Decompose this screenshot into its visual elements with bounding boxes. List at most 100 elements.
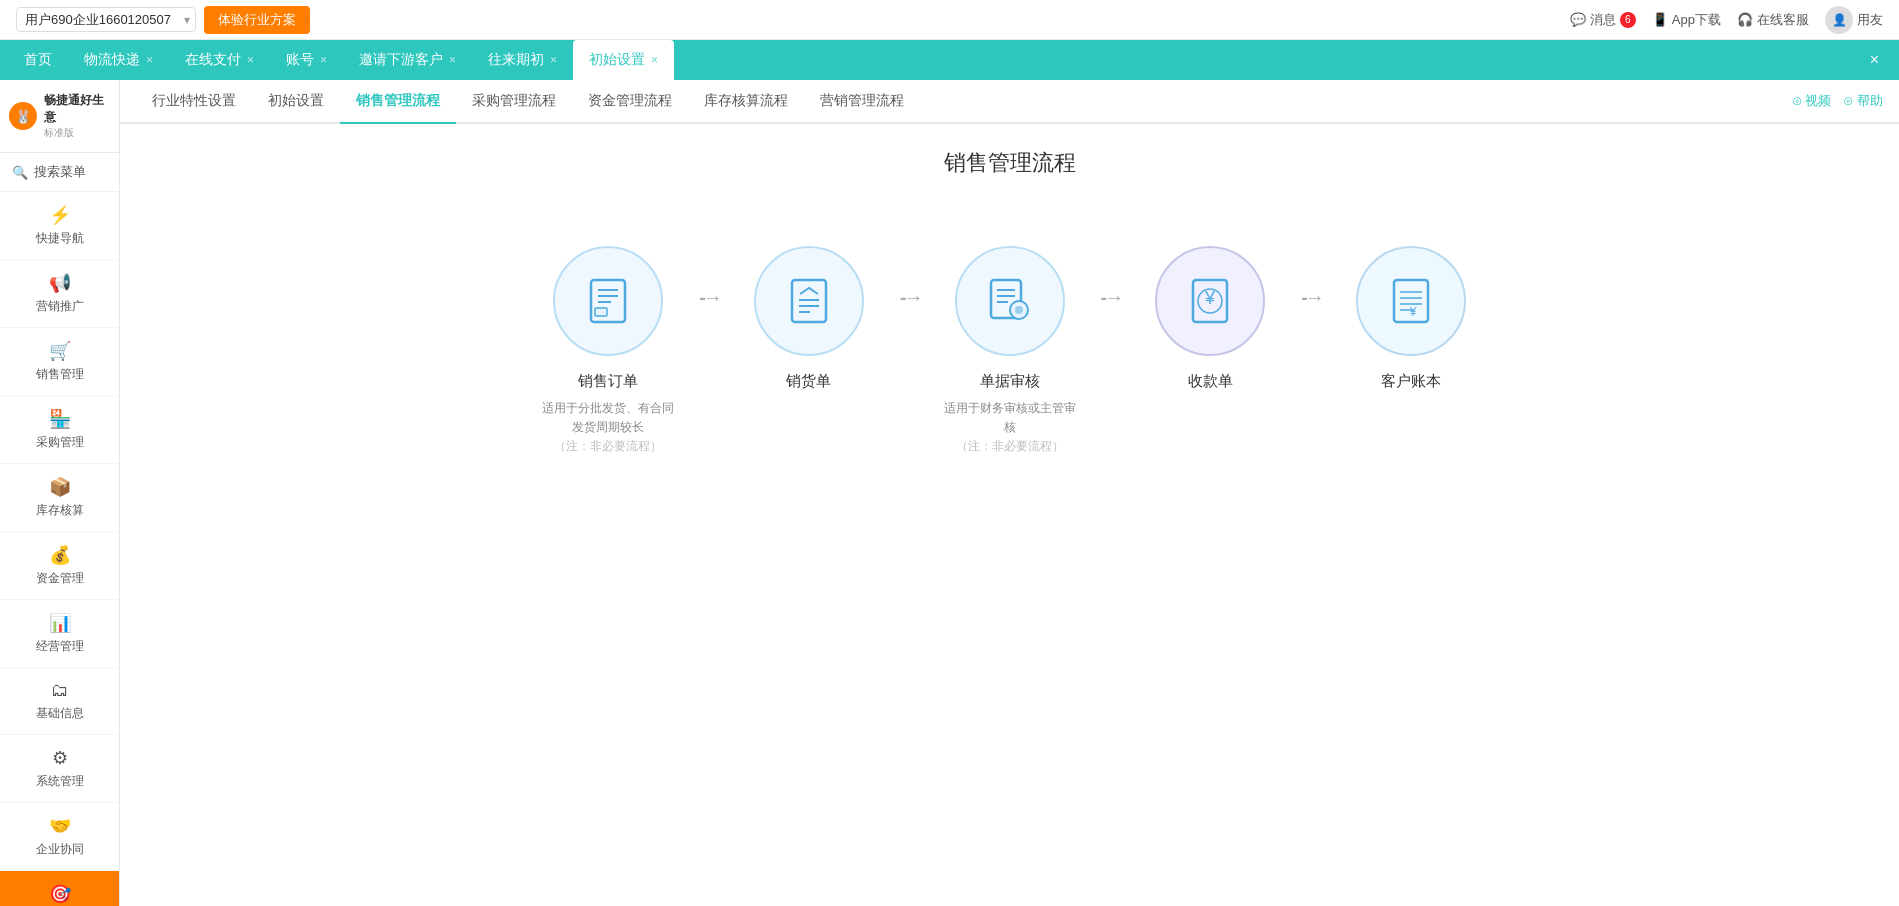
top-bar: 用户690企业1660120507 体验行业方案 💬 消息 6 📱 App下载 … bbox=[0, 0, 1899, 40]
system-icon: ⚙ bbox=[52, 747, 68, 769]
sidebar-label-ops: 经营管理 bbox=[36, 638, 84, 655]
message-label: 消息 bbox=[1590, 11, 1616, 29]
flow-desc-sales-order: 适用于分批发货、有合同发货周期较长（注：非必要流程） bbox=[538, 399, 678, 457]
nav-close-period[interactable]: × bbox=[550, 53, 557, 67]
logo-title: 畅捷通好生意 bbox=[44, 92, 111, 126]
service-label: 在线客服 bbox=[1757, 11, 1809, 29]
sidebar-label-base: 基础信息 bbox=[36, 705, 84, 722]
flow-label-doc-review: 单据审核 bbox=[980, 372, 1040, 391]
help-btn[interactable]: ⊙ 帮助 bbox=[1843, 92, 1883, 110]
sidebar-item-enterprise[interactable]: 🤝 企业协同 bbox=[0, 803, 119, 871]
nav-label-logistics: 物流快递 bbox=[84, 51, 140, 69]
sidebar-item-purchase[interactable]: 🏪 采购管理 bbox=[0, 396, 119, 464]
nav-close-init[interactable]: × bbox=[651, 53, 658, 67]
sidebar-label-system: 系统管理 bbox=[36, 773, 84, 790]
search-menu-label: 搜索菜单 bbox=[34, 163, 86, 181]
flow-step-receipt: ¥ 收款单 bbox=[1120, 246, 1300, 399]
inventory-icon: 📦 bbox=[49, 476, 71, 498]
nav-item-home[interactable]: 首页 bbox=[8, 40, 68, 80]
nav-item-account[interactable]: 账号 × bbox=[270, 40, 343, 80]
tab-init[interactable]: 初始设置 bbox=[252, 80, 340, 124]
nav-bar: 首页 物流快递 × 在线支付 × 账号 × 邀请下游客户 × 往来期初 × 初始… bbox=[0, 40, 1899, 80]
video-btn[interactable]: ⊙ 视频 bbox=[1792, 92, 1832, 110]
avatar: 👤 bbox=[1825, 6, 1853, 34]
sidebar-item-finance[interactable]: 💰 资金管理 bbox=[0, 532, 119, 600]
nav-all-close-btn[interactable]: × bbox=[1858, 40, 1891, 80]
sidebar-item-system[interactable]: ⚙ 系统管理 bbox=[0, 735, 119, 803]
user-select[interactable]: 用户690企业1660120507 bbox=[16, 7, 196, 32]
message-badge: 6 bbox=[1620, 12, 1636, 28]
flow-circle-sales-order bbox=[553, 246, 663, 356]
marketing-icon: 📢 bbox=[49, 272, 71, 294]
nav-label-init: 初始设置 bbox=[589, 51, 645, 69]
sidebar-item-new-guide[interactable]: 🎯 新手引导 bbox=[0, 871, 119, 906]
sales-invoice-icon bbox=[782, 274, 836, 328]
nav-close-invite[interactable]: × bbox=[449, 53, 456, 67]
flow-label-sales-order: 销售订单 bbox=[578, 372, 638, 391]
receipt-icon: ¥ bbox=[1183, 274, 1237, 328]
logo-area: 🐰 畅捷通好生意 标准版 bbox=[0, 80, 119, 153]
message-icon: 💬 bbox=[1570, 12, 1586, 27]
nav-label-invite: 邀请下游客户 bbox=[359, 51, 443, 69]
user-select-wrap[interactable]: 用户690企业1660120507 bbox=[16, 7, 196, 32]
top-bar-left: 用户690企业1660120507 体验行业方案 bbox=[16, 6, 310, 34]
flow-arrow-3: ···→ bbox=[1100, 246, 1121, 309]
flow-step-sales-order: 销售订单 适用于分批发货、有合同发货周期较长（注：非必要流程） bbox=[518, 246, 698, 457]
nav-close-logistics[interactable]: × bbox=[146, 53, 153, 67]
search-menu[interactable]: 🔍 搜索菜单 bbox=[0, 153, 119, 192]
flow-label-sales-invoice: 销货单 bbox=[786, 372, 831, 391]
customer-service-item[interactable]: 🎧 在线客服 bbox=[1737, 11, 1809, 29]
purchase-icon: 🏪 bbox=[49, 408, 71, 430]
flow-circle-receipt: ¥ bbox=[1155, 246, 1265, 356]
sidebar-item-ops[interactable]: 📊 经营管理 bbox=[0, 600, 119, 668]
sidebar-item-sales[interactable]: 🛒 销售管理 bbox=[0, 328, 119, 396]
customer-ledger-icon: ¥ bbox=[1384, 274, 1438, 328]
page-content: 销售管理流程 销售订单 适用于分批发货、有合同 bbox=[120, 124, 1899, 501]
app-download-item[interactable]: 📱 App下载 bbox=[1652, 11, 1721, 29]
user-profile-item[interactable]: 👤 用友 bbox=[1825, 6, 1883, 34]
flow-arrow-4: ···→ bbox=[1300, 246, 1321, 309]
svg-text:🐰: 🐰 bbox=[15, 108, 32, 125]
nav-item-logistics[interactable]: 物流快递 × bbox=[68, 40, 169, 80]
svg-text:¥: ¥ bbox=[1204, 288, 1216, 308]
app-label: App下载 bbox=[1672, 11, 1721, 29]
nav-label-period: 往来期初 bbox=[488, 51, 544, 69]
sidebar-label-enterprise: 企业协同 bbox=[36, 841, 84, 858]
trial-button[interactable]: 体验行业方案 bbox=[204, 6, 310, 34]
tab-inventory-flow[interactable]: 库存核算流程 bbox=[688, 80, 804, 124]
search-icon: 🔍 bbox=[12, 165, 28, 180]
tab-sales-flow[interactable]: 销售管理流程 bbox=[340, 80, 456, 124]
sidebar-item-quick-nav[interactable]: ⚡ 快捷导航 bbox=[0, 192, 119, 260]
sidebar-item-base[interactable]: 🗂 基础信息 bbox=[0, 668, 119, 735]
nav-item-init[interactable]: 初始设置 × bbox=[573, 40, 674, 80]
sidebar-item-inventory[interactable]: 📦 库存核算 bbox=[0, 464, 119, 532]
enterprise-icon: 🤝 bbox=[49, 815, 71, 837]
tab-industry[interactable]: 行业特性设置 bbox=[136, 80, 252, 124]
tab-finance-flow[interactable]: 资金管理流程 bbox=[572, 80, 688, 124]
flow-arrow-2: ···→ bbox=[899, 246, 920, 309]
sidebar-label-finance: 资金管理 bbox=[36, 570, 84, 587]
flow-step-doc-review: 单据审核 适用于财务审核或主管审核（注：非必要流程） bbox=[920, 246, 1100, 457]
flow-label-receipt: 收款单 bbox=[1188, 372, 1233, 391]
nav-close-payment[interactable]: × bbox=[247, 53, 254, 67]
quick-nav-icon: ⚡ bbox=[49, 204, 71, 226]
svg-rect-6 bbox=[595, 308, 607, 316]
user-name-label: 用友 bbox=[1857, 11, 1883, 29]
nav-item-period[interactable]: 往来期初 × bbox=[472, 40, 573, 80]
tab-marketing-flow[interactable]: 营销管理流程 bbox=[804, 80, 920, 124]
message-icon-item[interactable]: 💬 消息 6 bbox=[1570, 11, 1636, 29]
sidebar-label-purchase: 采购管理 bbox=[36, 434, 84, 451]
sidebar-item-marketing[interactable]: 📢 营销推广 bbox=[0, 260, 119, 328]
nav-close-account[interactable]: × bbox=[320, 53, 327, 67]
sales-order-icon bbox=[581, 274, 635, 328]
tab-purchase-flow[interactable]: 采购管理流程 bbox=[456, 80, 572, 124]
content-tabs: 行业特性设置 初始设置 销售管理流程 采购管理流程 资金管理流程 库存核算流程 … bbox=[120, 80, 1899, 124]
flow-diagram: 销售订单 适用于分批发货、有合同发货周期较长（注：非必要流程） ···→ bbox=[160, 226, 1859, 477]
nav-item-invite[interactable]: 邀请下游客户 × bbox=[343, 40, 472, 80]
ops-icon: 📊 bbox=[49, 612, 71, 634]
nav-item-payment[interactable]: 在线支付 × bbox=[169, 40, 270, 80]
app-icon: 📱 bbox=[1652, 12, 1668, 27]
logo-badge: 标准版 bbox=[44, 126, 111, 140]
flow-label-customer-ledger: 客户账本 bbox=[1381, 372, 1441, 391]
flow-circle-doc-review bbox=[955, 246, 1065, 356]
